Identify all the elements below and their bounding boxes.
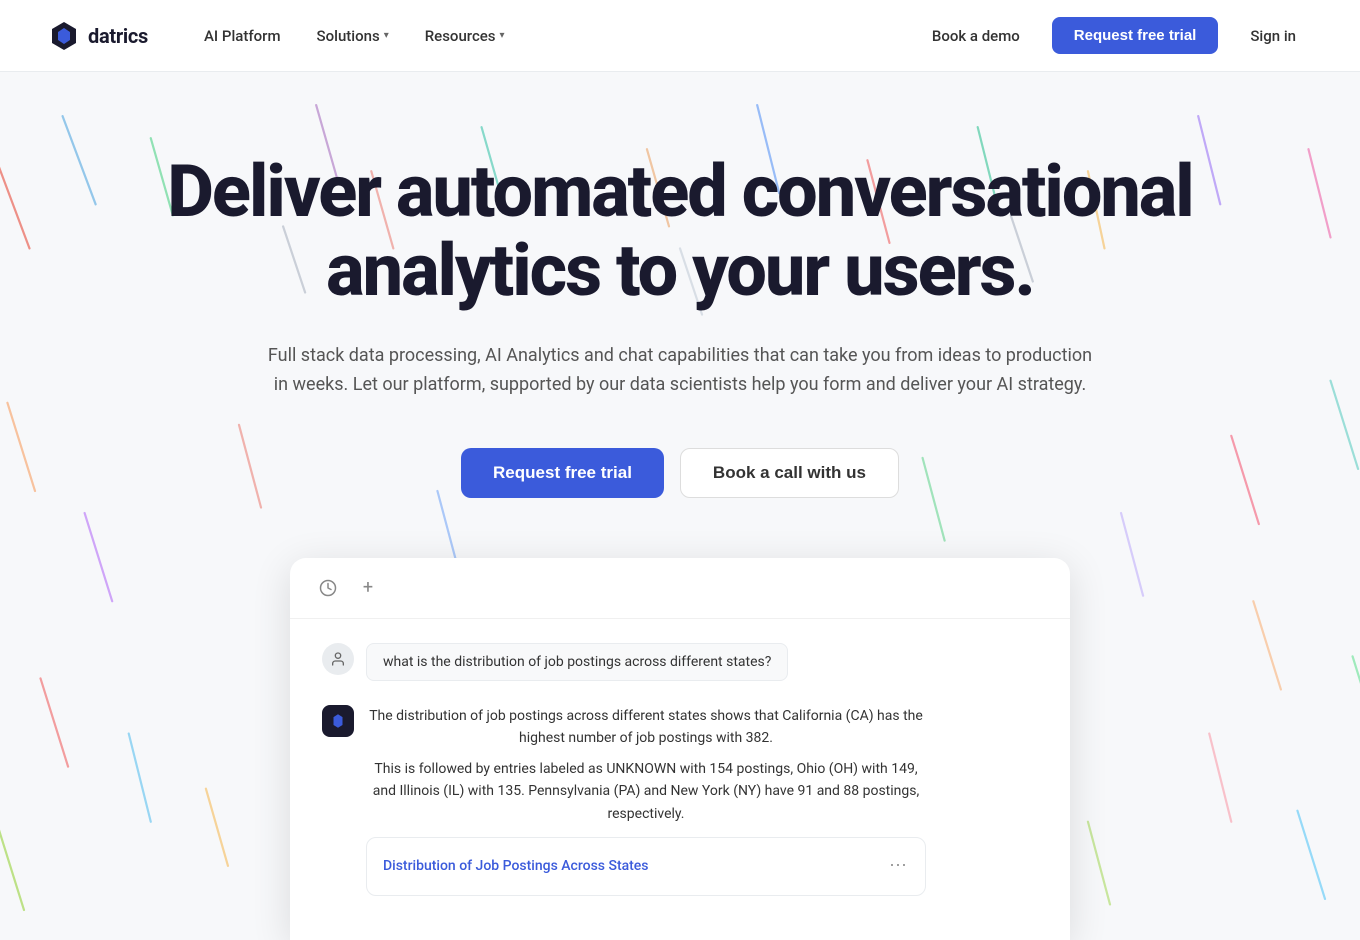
demo-card: + what is the distribution of job postin…: [290, 558, 1070, 940]
ai-response-line2: This is followed by entries labeled as U…: [366, 758, 926, 825]
ai-message: The distribution of job postings across …: [322, 705, 1038, 896]
nav-actions: Book a demo Request free trial Sign in: [916, 17, 1312, 54]
logo-text: datrics: [88, 24, 148, 48]
hero-title: Deliver automated conversational analyti…: [130, 152, 1230, 310]
chart-preview: Distribution of Job Postings Across Stat…: [366, 837, 926, 896]
history-icon: [314, 574, 342, 602]
navbar: datrics AI Platform Solutions ▾ Resource…: [0, 0, 1360, 72]
add-icon[interactable]: +: [354, 574, 382, 602]
chart-title: Distribution of Job Postings Across Stat…: [383, 855, 649, 877]
book-demo-link[interactable]: Book a demo: [916, 19, 1036, 53]
solutions-chevron-icon: ▾: [384, 30, 389, 41]
hero-section: Deliver automated conversational analyti…: [0, 72, 1360, 940]
hero-content: Deliver automated conversational analyti…: [0, 152, 1360, 940]
ai-avatar: [322, 705, 354, 737]
nav-resources[interactable]: Resources ▾: [409, 19, 521, 53]
chart-options-icon[interactable]: ⋯: [889, 852, 909, 881]
nav-solutions[interactable]: Solutions ▾: [301, 19, 405, 53]
request-free-trial-button[interactable]: Request free trial: [1052, 17, 1219, 54]
logo-link[interactable]: datrics: [48, 20, 148, 52]
user-question: what is the distribution of job postings…: [366, 643, 788, 681]
demo-card-header: +: [290, 558, 1070, 619]
user-avatar: [322, 643, 354, 675]
user-message: what is the distribution of job postings…: [322, 643, 1038, 681]
hero-request-free-trial-button[interactable]: Request free trial: [461, 448, 664, 498]
hero-subtitle: Full stack data processing, AI Analytics…: [260, 342, 1100, 400]
logo-icon: [48, 20, 80, 52]
ai-response: The distribution of job postings across …: [366, 705, 926, 896]
ai-response-line1: The distribution of job postings across …: [366, 705, 926, 750]
hero-book-call-button[interactable]: Book a call with us: [680, 448, 899, 498]
nav-links: AI Platform Solutions ▾ Resources ▾: [188, 19, 916, 53]
signin-link[interactable]: Sign in: [1234, 19, 1312, 53]
demo-card-body: what is the distribution of job postings…: [290, 619, 1070, 940]
nav-ai-platform[interactable]: AI Platform: [188, 19, 297, 53]
hero-buttons: Request free trial Book a call with us: [80, 448, 1280, 498]
resources-chevron-icon: ▾: [500, 30, 505, 41]
